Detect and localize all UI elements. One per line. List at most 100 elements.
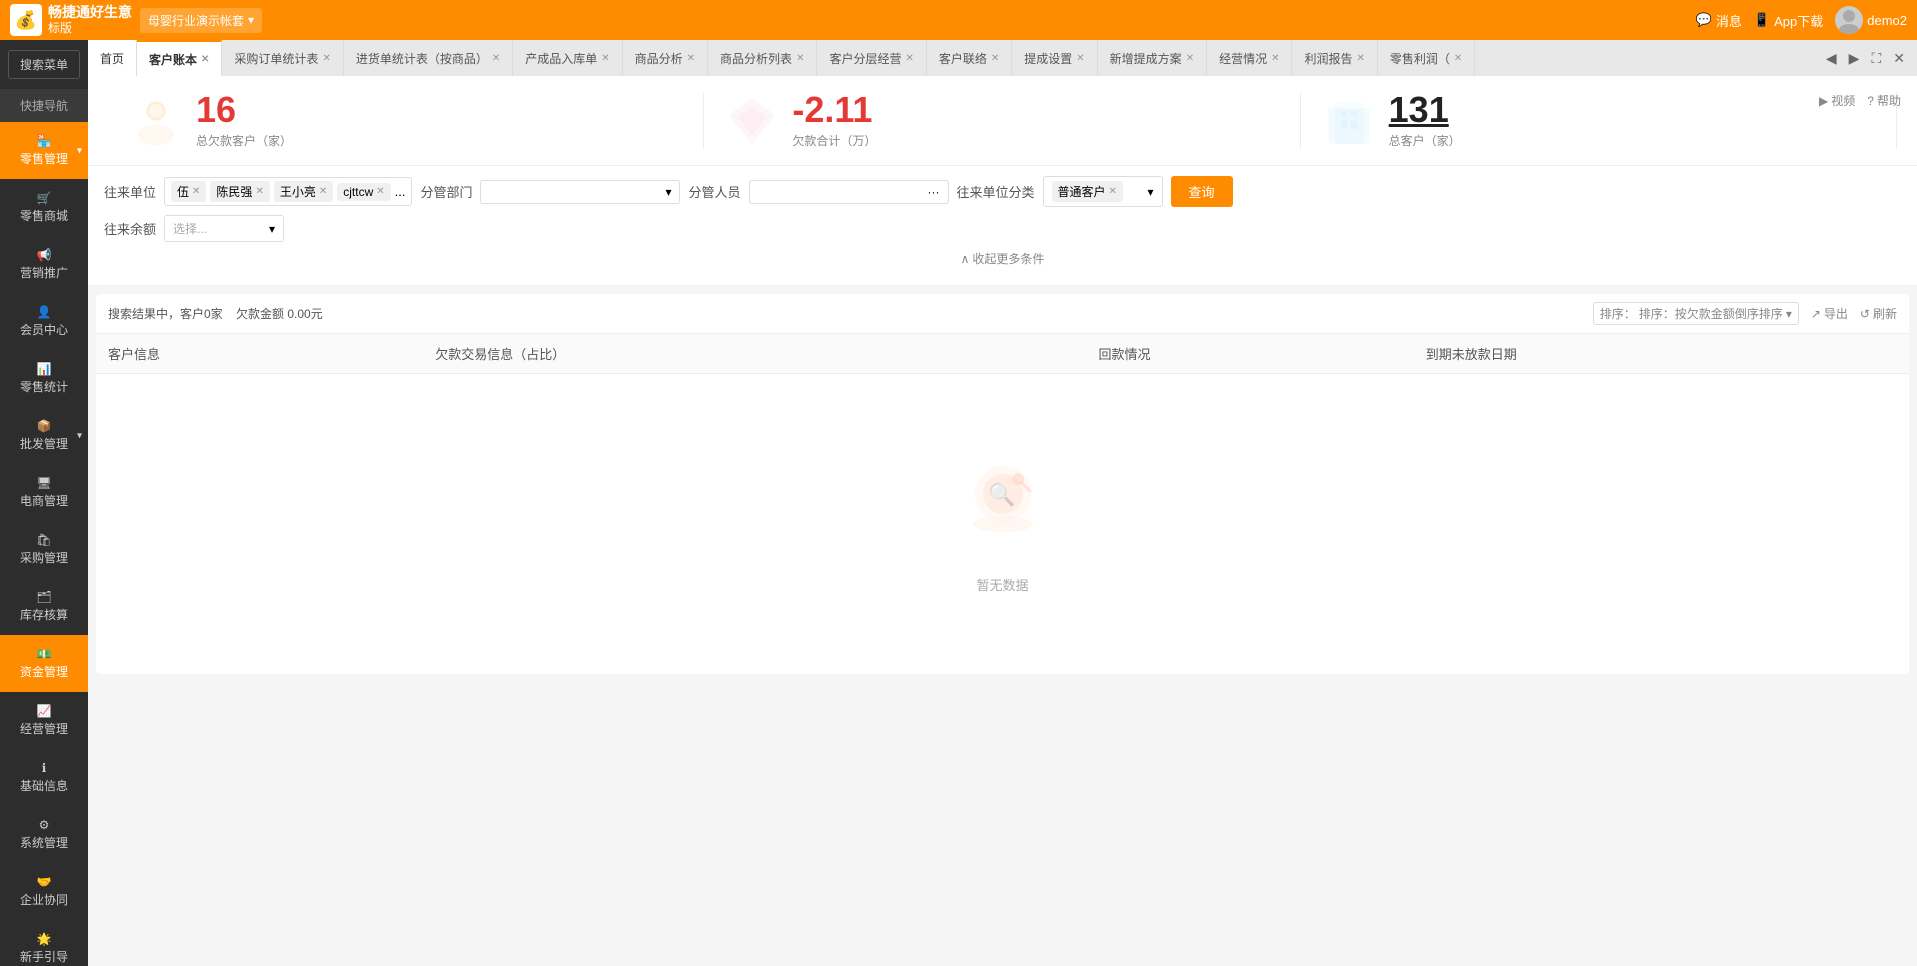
sidebar-item-finance[interactable]: 💵 资金管理 [0, 635, 88, 692]
sort-label-text: 排序： [1600, 305, 1636, 322]
tab-product-analysis[interactable]: 商品分析 ✕ [623, 40, 708, 76]
stat-text-total-customers: 131 总客户（家） [1389, 92, 1461, 149]
stat-text-debt-amount: -2.11 欠款合计（万） [792, 92, 876, 149]
tab-stock-stats-close[interactable]: ✕ [492, 53, 500, 64]
unit-tag-3[interactable]: 王小亮 ✕ [274, 181, 333, 202]
person-filter-select[interactable]: ··· [749, 180, 949, 204]
sidebar-item-operation[interactable]: 📈 经营管理 [0, 692, 88, 749]
sidebar-item-newbie[interactable]: 🌟 新手引导 [0, 920, 88, 966]
balance-dropdown-icon: ▾ [269, 222, 275, 236]
unit-filter-tags[interactable]: 伍 ✕ 陈民强 ✕ 王小亮 ✕ [164, 177, 412, 206]
tab-new-improve[interactable]: 新增提成方案 ✕ [1098, 40, 1207, 76]
sidebar-item-ecommerce[interactable]: 🖥 电商管理 [0, 464, 88, 521]
message-label: 消息 [1716, 11, 1742, 30]
query-button[interactable]: 查询 [1171, 176, 1233, 207]
balance-filter-select[interactable]: 选择... ▾ [164, 215, 284, 242]
balance-placeholder: 选择... [173, 220, 207, 237]
search-menu-btn[interactable]: 搜索菜单 [8, 50, 80, 79]
category-filter-label: 往来单位分类 [957, 182, 1035, 201]
system-icon: ⚙ [0, 818, 88, 832]
th-due-date: 到期未放款日期 [1414, 334, 1909, 374]
tab-fullscreen-btn[interactable]: ⛶ [1867, 48, 1885, 69]
sidebar-item-retail-mall[interactable]: 🛒 零售商城 [0, 179, 88, 236]
quick-nav-btn[interactable]: 快捷导航 [0, 89, 88, 122]
tab-improve-settings[interactable]: 提成设置 ✕ [1012, 40, 1097, 76]
sidebar-item-purchase[interactable]: 🛍 采购管理 [0, 521, 88, 578]
tab-profit-report-close[interactable]: ✕ [1357, 53, 1365, 64]
tab-retail-profit-close[interactable]: ✕ [1454, 53, 1462, 64]
tab-prev-btn[interactable]: ◀ [1822, 48, 1841, 69]
unit-tag-2-remove[interactable]: ✕ [255, 186, 263, 197]
collapse-btn[interactable]: ∧ 收起更多条件 [961, 250, 1045, 267]
tab-home[interactable]: 首页 [88, 40, 137, 76]
collapse-icon: ∧ [961, 252, 970, 266]
unit-tag-4-remove[interactable]: ✕ [376, 186, 384, 197]
tab-product-analysis-list-close[interactable]: ✕ [796, 53, 804, 64]
video-help-link[interactable]: ▶ 视频 [1819, 92, 1855, 109]
tab-product-instock-close[interactable]: ✕ [601, 53, 609, 64]
sidebar-item-enterprise[interactable]: 🤝 企业协同 [0, 863, 88, 920]
dept-filter-label: 分管部门 [420, 182, 472, 201]
tab-close-all-btn[interactable]: ✕ [1889, 48, 1909, 69]
user-menu[interactable]: demo2 [1835, 6, 1907, 34]
stat-help: ▶ 视频 ? 帮助 [1819, 92, 1901, 109]
sort-select[interactable]: 排序： 排序：按欠款金额倒序排序 ▾ [1593, 302, 1799, 325]
tab-new-improve-close[interactable]: ✕ [1186, 53, 1194, 64]
tab-customer-contact[interactable]: 客户联络 ✕ [927, 40, 1012, 76]
logo-main-text: 畅捷通好生意 [48, 3, 132, 21]
sidebar-item-retail-mgmt[interactable]: 🏪 零售管理 [0, 122, 88, 179]
tab-customer-ledger-close[interactable]: ✕ [201, 54, 209, 65]
finance-icon: 💵 [0, 647, 88, 661]
unit-tag-1[interactable]: 伍 ✕ [171, 181, 206, 202]
unit-tag-4-label: cjttcw [343, 185, 373, 199]
empty-state: 🔍 暂无数据 [96, 374, 1909, 674]
sidebar-item-system[interactable]: ⚙ 系统管理 [0, 806, 88, 863]
message-btn[interactable]: 💬 消息 [1696, 11, 1742, 30]
tab-customer-segment-label: 客户分层经营 [829, 50, 901, 67]
th-debt-info: 欠款交易信息（占比） [423, 334, 1086, 374]
unit-tag-3-label: 王小亮 [280, 183, 316, 200]
sidebar-item-marketing[interactable]: 📢 营销推广 [0, 236, 88, 293]
tab-product-instock[interactable]: 产成品入库单 ✕ [513, 40, 622, 76]
refresh-icon: ↺ [1860, 307, 1870, 321]
refresh-btn[interactable]: ↺ 刷新 [1860, 305, 1897, 322]
dept-filter-select[interactable]: ▾ [480, 180, 680, 204]
export-btn[interactable]: ↗ 导出 [1811, 305, 1848, 322]
category-filter-select[interactable]: 普通客户 ✕ ▾ [1043, 176, 1163, 207]
sidebar-item-retail-stats[interactable]: 📊 零售统计 [0, 350, 88, 407]
tab-customer-segment-close[interactable]: ✕ [905, 53, 913, 64]
stat-text-debt-customers: 16 总欠款客户（家） [196, 92, 292, 149]
tab-customer-ledger[interactable]: 客户账本 ✕ [137, 40, 222, 76]
unit-tag-4[interactable]: cjttcw ✕ [337, 183, 390, 201]
doc-help-link[interactable]: ? 帮助 [1867, 92, 1901, 109]
system-label: 系统管理 [0, 834, 88, 851]
tab-home-label: 首页 [100, 50, 124, 67]
tab-profit-report[interactable]: 利润报告 ✕ [1292, 40, 1377, 76]
tab-customer-segment[interactable]: 客户分层经营 ✕ [817, 40, 926, 76]
sidebar-item-member[interactable]: 👤 会员中心 [0, 293, 88, 350]
tab-improve-settings-close[interactable]: ✕ [1076, 53, 1084, 64]
tab-product-analysis-close[interactable]: ✕ [687, 53, 695, 64]
tab-operation-status-close[interactable]: ✕ [1271, 53, 1279, 64]
tab-product-analysis-list[interactable]: 商品分析列表 ✕ [708, 40, 817, 76]
tab-retail-profit[interactable]: 零售利润（ ✕ [1378, 40, 1475, 76]
tab-stock-stats[interactable]: 进货单统计表（按商品） ✕ [344, 40, 513, 76]
tab-operation-status[interactable]: 经营情况 ✕ [1207, 40, 1292, 76]
org-selector[interactable]: 母婴行业演示帐套 ▾ [140, 8, 262, 33]
category-tag-remove[interactable]: ✕ [1109, 186, 1117, 197]
unit-tags-more[interactable]: ... [395, 184, 406, 199]
unit-tag-1-remove[interactable]: ✕ [192, 186, 200, 197]
table-toolbar-right: 排序： 排序：按欠款金额倒序排序 ▾ ↗ 导出 ↺ 刷新 [1593, 302, 1897, 325]
sidebar: 搜索菜单 快捷导航 🏪 零售管理 🛒 零售商城 📢 营销推广 👤 会员中心 📊 [0, 40, 88, 966]
tab-purchase-order-stats-close[interactable]: ✕ [322, 53, 330, 64]
tab-next-btn[interactable]: ▶ [1845, 48, 1864, 69]
sort-dropdown-icon: ▾ [1786, 307, 1792, 321]
tab-purchase-order-stats[interactable]: 采购订单统计表 ✕ [222, 40, 343, 76]
app-download-btn[interactable]: 📱 App下载 [1754, 11, 1823, 30]
unit-tag-3-remove[interactable]: ✕ [319, 186, 327, 197]
sidebar-item-inventory[interactable]: 🗂 库存核算 [0, 578, 88, 635]
tab-customer-contact-close[interactable]: ✕ [991, 53, 999, 64]
sidebar-item-batch-mgmt[interactable]: 📦 批发管理 [0, 407, 88, 464]
sidebar-item-basic[interactable]: ℹ 基础信息 [0, 749, 88, 806]
unit-tag-2[interactable]: 陈民强 ✕ [210, 181, 269, 202]
